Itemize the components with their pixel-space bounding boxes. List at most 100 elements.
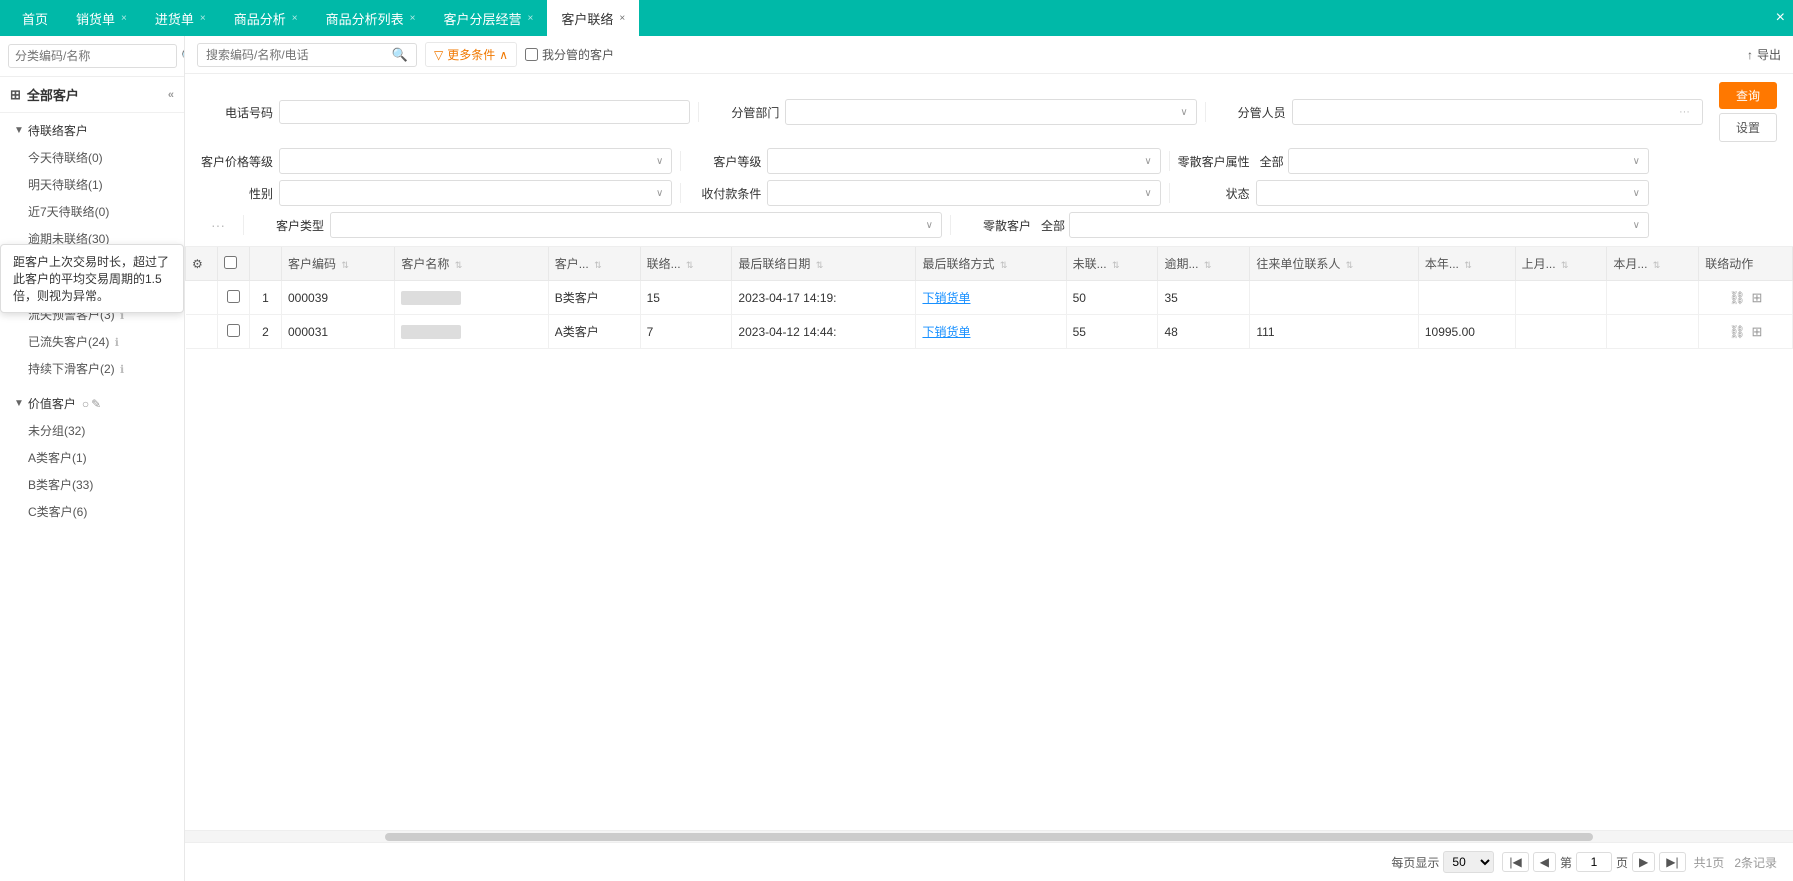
row-not-contact: 55 [1066, 315, 1158, 349]
sidebar-search-icon[interactable]: 🔍 [181, 48, 185, 65]
filter-status-select[interactable]: ∨ [1256, 180, 1649, 206]
scrollbar-thumb[interactable] [385, 833, 1593, 841]
nav-sales-order[interactable]: 销货单 × [62, 0, 141, 36]
sidebar-7day-contact[interactable]: 近7天待联络(0) [0, 198, 184, 225]
sidebar-today-contact[interactable]: 今天待联络(0) [0, 144, 184, 171]
col-not-contact-header[interactable]: 未联... ⇅ [1066, 247, 1158, 281]
col-this-year-header[interactable]: 本年... ⇅ [1418, 247, 1515, 281]
filter-phone-input[interactable] [279, 100, 690, 124]
sidebar-search-area: 🔍 [0, 36, 184, 77]
nav-close-sales[interactable]: × [121, 13, 127, 24]
nav-purchase-order[interactable]: 进货单 × [141, 0, 220, 36]
filter-more-conditions[interactable]: ▽ 更多条件 ∧ [425, 42, 517, 67]
first-page-btn[interactable]: |◀ [1502, 852, 1528, 872]
sidebar-collapse-btn[interactable]: « [168, 89, 174, 101]
row-last-date: 2023-04-12 14:44: [732, 315, 916, 349]
nav-close-product-list[interactable]: × [410, 13, 416, 24]
col-last-method-header[interactable]: 最后联络方式 ⇅ [916, 247, 1066, 281]
col-overdue-header[interactable]: 逾期... ⇅ [1158, 247, 1250, 281]
filter-customer-type-select[interactable]: ∨ [330, 212, 942, 238]
link-icon[interactable]: ⛓ [1729, 324, 1746, 340]
filter-customer-level-select[interactable]: ∨ [767, 148, 1160, 174]
last-method-link[interactable]: 下销货单 [922, 291, 970, 305]
nav-close-customer-tier[interactable]: × [527, 13, 533, 24]
col-checkbox-header[interactable] [218, 247, 250, 281]
row-checkbox[interactable] [227, 290, 240, 303]
chevron-down-icon5: ∨ [1633, 156, 1640, 167]
row-checkbox-cell[interactable] [218, 281, 250, 315]
settings-button[interactable]: 设置 [1719, 113, 1777, 142]
filter-price-level-select[interactable]: ∨ [279, 148, 672, 174]
more-filter-btn[interactable]: ··· [201, 217, 235, 233]
row-checkbox[interactable] [227, 324, 240, 337]
col-code-header[interactable]: 客户编码 ⇅ [282, 247, 395, 281]
nav-customer-tier[interactable]: 客户分层经营 × [429, 0, 547, 36]
col-contacts-header[interactable]: 联络... ⇅ [640, 247, 732, 281]
filter-retail-attr-select[interactable]: ∨ [1288, 148, 1649, 174]
nav-close-customer-contact[interactable]: × [619, 13, 625, 24]
nav-product-analysis[interactable]: 商品分析 × [220, 0, 312, 36]
nav-close-purchase[interactable]: × [200, 13, 206, 24]
row-this-month [1607, 315, 1699, 349]
sidebar-lost-customers[interactable]: 已流失客户(24) ℹ [0, 328, 184, 355]
settings-gear-icon[interactable]: ⚙ [192, 257, 203, 271]
sidebar-declining-customers[interactable]: 持续下滑客户(2) ℹ [0, 355, 184, 382]
sidebar-c-customers[interactable]: C类客户(6) [0, 498, 184, 525]
sidebar-ungroup[interactable]: 未分组(32) [0, 417, 184, 444]
my-customers-checkbox[interactable] [525, 48, 538, 61]
sidebar-search-input[interactable] [8, 44, 177, 68]
filter-phone-field: 电话号码 [201, 100, 690, 124]
chevron-down-icon9: ∨ [926, 220, 933, 231]
edit-icon[interactable]: ○ [82, 397, 89, 411]
filter-row-1: 电话号码 分管部门 ∨ 分管人员 ··· [201, 82, 1777, 142]
sidebar-tomorrow-contact[interactable]: 明天待联络(1) [0, 171, 184, 198]
prev-page-btn[interactable]: ◀ [1533, 852, 1556, 872]
filter-search-icon[interactable]: 🔍 [392, 47, 408, 63]
page-number-input[interactable] [1576, 852, 1612, 872]
nav-product-list[interactable]: 商品分析列表 × [312, 0, 430, 36]
filter-payment-select[interactable]: ∨ [767, 180, 1160, 206]
table-row: 2 000031 A类客户 7 2023-04-12 14:44: 下销货单 5… [186, 315, 1793, 349]
value-customers-title[interactable]: ▼ 价值客户 ○ ✎ [0, 390, 184, 417]
grid-icon: ⊞ [10, 87, 21, 103]
row-last-method[interactable]: 下销货单 [916, 281, 1066, 315]
filter-search-input[interactable] [206, 48, 386, 62]
edit2-icon[interactable]: ✎ [91, 397, 101, 411]
row-settings-cell [186, 315, 218, 349]
per-page-select[interactable]: 50 100 200 [1443, 851, 1494, 873]
col-settings-header[interactable]: ⚙ [186, 247, 218, 281]
query-button[interactable]: 查询 [1719, 82, 1777, 109]
col-this-month-header[interactable]: 本月... ⇅ [1607, 247, 1699, 281]
grid-action-icon[interactable]: ⊞ [1751, 324, 1762, 340]
next-page-btn[interactable]: ▶ [1632, 852, 1655, 872]
last-page-btn[interactable]: ▶| [1659, 852, 1685, 872]
row-settings-cell [186, 281, 218, 315]
row-last-method[interactable]: 下销货单 [916, 315, 1066, 349]
row-person: 111 [1250, 315, 1419, 349]
last-method-link[interactable]: 下销货单 [922, 325, 970, 339]
col-last-date-header[interactable]: 最后联络日期 ⇅ [732, 247, 916, 281]
filter-gender-select[interactable]: ∨ [279, 180, 672, 206]
filter-manager-select[interactable]: ··· [1292, 99, 1703, 125]
filter-my-customers[interactable]: 我分管的客户 [525, 46, 614, 63]
link-icon[interactable]: ⛓ [1729, 290, 1746, 306]
sidebar-b-customers[interactable]: B类客户(33) [0, 471, 184, 498]
nav-home[interactable]: 首页 [8, 0, 62, 36]
grid-action-icon[interactable]: ⊞ [1751, 290, 1762, 306]
horizontal-scrollbar[interactable] [185, 830, 1793, 842]
select-all-checkbox[interactable] [224, 256, 237, 269]
col-person-header[interactable]: 往来单位联系人 ⇅ [1250, 247, 1419, 281]
nav-customer-contact[interactable]: 客户联络 × [547, 0, 639, 36]
col-last-month-header[interactable]: 上月... ⇅ [1515, 247, 1607, 281]
export-button[interactable]: ↑ 导出 [1747, 46, 1781, 63]
col-name-header[interactable]: 客户名称 ⇅ [395, 247, 548, 281]
row-checkbox-cell[interactable] [218, 315, 250, 349]
nav-close-product-analysis[interactable]: × [292, 13, 298, 24]
sidebar-a-customers[interactable]: A类客户(1) [0, 444, 184, 471]
filter-retail-customer-select[interactable]: ∨ [1069, 212, 1649, 238]
col-type-header[interactable]: 客户... ⇅ [548, 247, 640, 281]
window-close-button[interactable]: × [1776, 9, 1785, 27]
all-customers-header[interactable]: ⊞ 全部客户 « [0, 77, 184, 113]
waiting-contact-title[interactable]: ▼ 待联络客户 [0, 117, 184, 144]
filter-dept-select[interactable]: ∨ [785, 99, 1196, 125]
